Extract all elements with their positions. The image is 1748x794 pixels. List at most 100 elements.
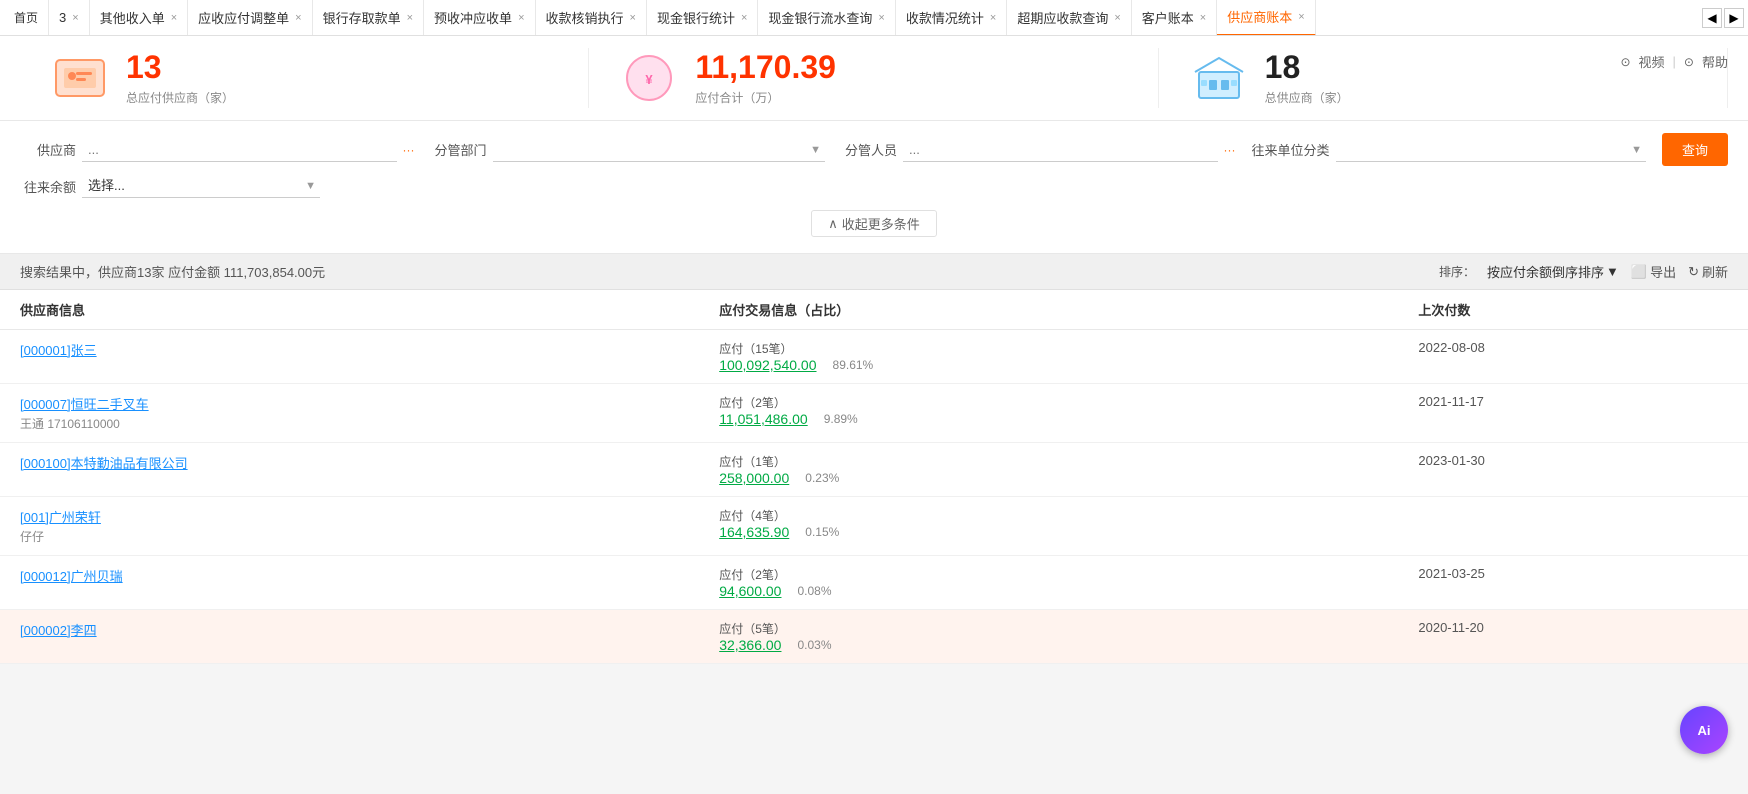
close-icon[interactable]: × (878, 12, 884, 24)
supplier-link[interactable]: [000007]恒旺二手叉车 (20, 397, 149, 412)
close-icon[interactable]: × (741, 12, 747, 24)
tx-amount-link[interactable]: 100,092,540.00 (719, 357, 816, 373)
table-row: [000100]本特勤油品有限公司应付（1笔）258,000.000.23%20… (0, 443, 1748, 497)
unit-type-filter-select[interactable] (1336, 138, 1646, 162)
close-icon[interactable]: × (407, 12, 413, 24)
refresh-button[interactable]: ↻ 刷新 (1688, 262, 1728, 281)
tx-percentage: 0.08% (797, 584, 831, 598)
tx-amount-link[interactable]: 94,600.00 (719, 583, 781, 599)
ap-total-label: 应付合计（万） (695, 89, 836, 106)
person-filter-label: 分管人员 (841, 140, 897, 159)
help-link[interactable]: 帮助 (1702, 52, 1728, 71)
balance-filter-select[interactable]: 选择... (82, 174, 320, 198)
close-icon[interactable]: × (1298, 11, 1304, 23)
result-info-bar: 搜索结果中，供应商13家 应付金额 111,703,854.00元 排序： 按应… (0, 254, 1748, 290)
video-link[interactable]: 视频 (1639, 52, 1665, 71)
close-icon[interactable]: × (990, 12, 996, 24)
nav-arrow-right[interactable]: ▶ (1724, 8, 1744, 28)
supplier-more-icon[interactable]: ··· (403, 143, 415, 157)
query-button[interactable]: 查询 (1662, 133, 1728, 166)
supplier-link[interactable]: [000001]张三 (20, 343, 97, 358)
help-icon: ⊙ (1684, 55, 1694, 69)
summary-card-ap-total: ¥ 11,170.39 应付合计（万） (589, 48, 1158, 108)
supplier-icon (50, 48, 110, 108)
close-icon[interactable]: × (295, 12, 301, 24)
sort-label: 排序： (1439, 263, 1475, 280)
filter-row-2: 往来余额 选择... ▼ (20, 174, 1728, 198)
supplier-sub-info: 王通 17106110000 (20, 415, 679, 432)
person-filter-input[interactable] (903, 138, 1218, 162)
col-header-tx: 应付交易信息（占比） (699, 290, 1398, 330)
table-row: [000001]张三应付（15笔）100,092,540.0089.61%202… (0, 330, 1748, 384)
video-icon: ⊙ (1620, 55, 1630, 69)
supplier-link[interactable]: [001]广州荣轩 (20, 510, 101, 525)
nav-tab-ap-adjust[interactable]: 应收应付调整单 × (188, 0, 312, 36)
nav-tab-other-income[interactable]: 其他收入单 × (90, 0, 188, 36)
tx-label: 应付（15笔） (719, 340, 1378, 357)
nav-tab-cash-bank-flow[interactable]: 现金银行流水查询 × (758, 0, 895, 36)
collapse-bar: ∧ 收起更多条件 (20, 206, 1728, 245)
tx-cell: 应付（1笔）258,000.000.23% (699, 443, 1398, 497)
card3-content: 18 总供应商（家） (1265, 50, 1349, 106)
table-row: [001]广州荣轩仔仔应付（4笔）164,635.900.15% (0, 497, 1748, 556)
supplier-cell: [000001]张三 (0, 330, 699, 384)
nav-tab-advance-collect[interactable]: 预收冲应收单 × (424, 0, 535, 36)
supplier-filter-input[interactable] (82, 138, 397, 162)
summary-card-suppliers: 13 总应付供应商（家） (20, 48, 589, 108)
close-icon[interactable]: × (1114, 12, 1120, 24)
close-icon[interactable]: × (171, 12, 177, 24)
nav-tab-collect-verify[interactable]: 收款核销执行 × (536, 0, 647, 36)
close-icon[interactable]: × (630, 12, 636, 24)
collapse-button[interactable]: ∧ 收起更多条件 (811, 210, 937, 237)
tx-amount-link[interactable]: 11,051,486.00 (719, 411, 808, 427)
close-icon[interactable]: × (518, 12, 524, 24)
nav-tab-supplier-account[interactable]: 供应商账本 × (1217, 0, 1315, 36)
tx-label: 应付（2笔） (719, 394, 1378, 411)
nav-tab-cash-bank-stat[interactable]: 现金银行统计 × (647, 0, 758, 36)
top-right-links: ⊙ 视频 | ⊙ 帮助 (1620, 52, 1728, 71)
supplier-link[interactable]: [000002]李四 (20, 623, 97, 638)
supplier-link[interactable]: [000012]广州贝瑞 (20, 569, 123, 584)
nav-tab-customer-account[interactable]: 客户账本 × (1132, 0, 1217, 36)
tx-amount-link[interactable]: 32,366.00 (719, 637, 781, 653)
filter-area: 供应商 ··· 分管部门 ▼ 分管人员 ··· 往来单位分类 (0, 121, 1748, 254)
tx-amount-link[interactable]: 164,635.90 (719, 524, 789, 540)
filter-supplier: 供应商 ··· (20, 138, 415, 162)
close-icon[interactable]: × (1200, 12, 1206, 24)
tx-amount-link[interactable]: 258,000.00 (719, 470, 789, 486)
svg-text:¥: ¥ (646, 72, 654, 87)
export-button[interactable]: ⬜ 导出 (1631, 262, 1676, 281)
last-pay-cell: 2023-01-30 (1398, 443, 1748, 497)
tx-cell: 应付（5笔）32,366.00 0.03% (699, 610, 1398, 664)
supplier-link[interactable]: [000100]本特勤油品有限公司 (20, 456, 188, 471)
nav-tab-bank-deposit[interactable]: 银行存取款单 × (313, 0, 424, 36)
total-ap-suppliers-number: 13 (126, 50, 234, 85)
supplier-filter-label: 供应商 (20, 140, 76, 159)
ap-icon: ¥ (619, 48, 679, 108)
filter-balance: 往来余额 选择... ▼ (20, 174, 320, 198)
person-more-icon[interactable]: ··· (1224, 143, 1236, 157)
card1-content: 13 总应付供应商（家） (126, 50, 234, 106)
dept-filter-label: 分管部门 (431, 140, 487, 159)
ap-total-number: 11,170.39 (695, 50, 836, 85)
tx-percentage: 0.23% (805, 471, 839, 485)
nav-tab-home[interactable]: 首页 (4, 0, 49, 36)
close-icon[interactable]: × (72, 12, 78, 24)
last-pay-cell: 2022-08-08 (1398, 330, 1748, 384)
sort-button[interactable]: 按应付余额倒序排序 ▼ (1487, 262, 1619, 281)
tx-label: 应付（5笔） (719, 620, 1378, 637)
refresh-icon: ↻ (1688, 264, 1699, 280)
nav-tab-3[interactable]: 3 × (49, 0, 90, 36)
nav-tab-overdue-query[interactable]: 超期应收款查询 × (1007, 0, 1131, 36)
unit-type-select-wrapper: ▼ (1336, 138, 1646, 162)
dept-filter-select[interactable] (493, 138, 826, 162)
nav-tab-collect-stat[interactable]: 收款情况统计 × (896, 0, 1007, 36)
last-pay-cell: 2021-11-17 (1398, 384, 1748, 443)
tx-percentage: 0.03% (797, 638, 831, 652)
supplier-table: 供应商信息 应付交易信息（占比） 上次付数 [000001]张三应付（15笔）1… (0, 290, 1748, 664)
tx-percentage: 9.89% (824, 412, 858, 426)
supplier-cell: [001]广州荣轩仔仔 (0, 497, 699, 556)
tx-cell: 应付（2笔）11,051,486.00 9.89% (699, 384, 1398, 443)
ai-button[interactable]: Ai (1680, 706, 1728, 754)
nav-arrow-left[interactable]: ◀ (1702, 8, 1722, 28)
